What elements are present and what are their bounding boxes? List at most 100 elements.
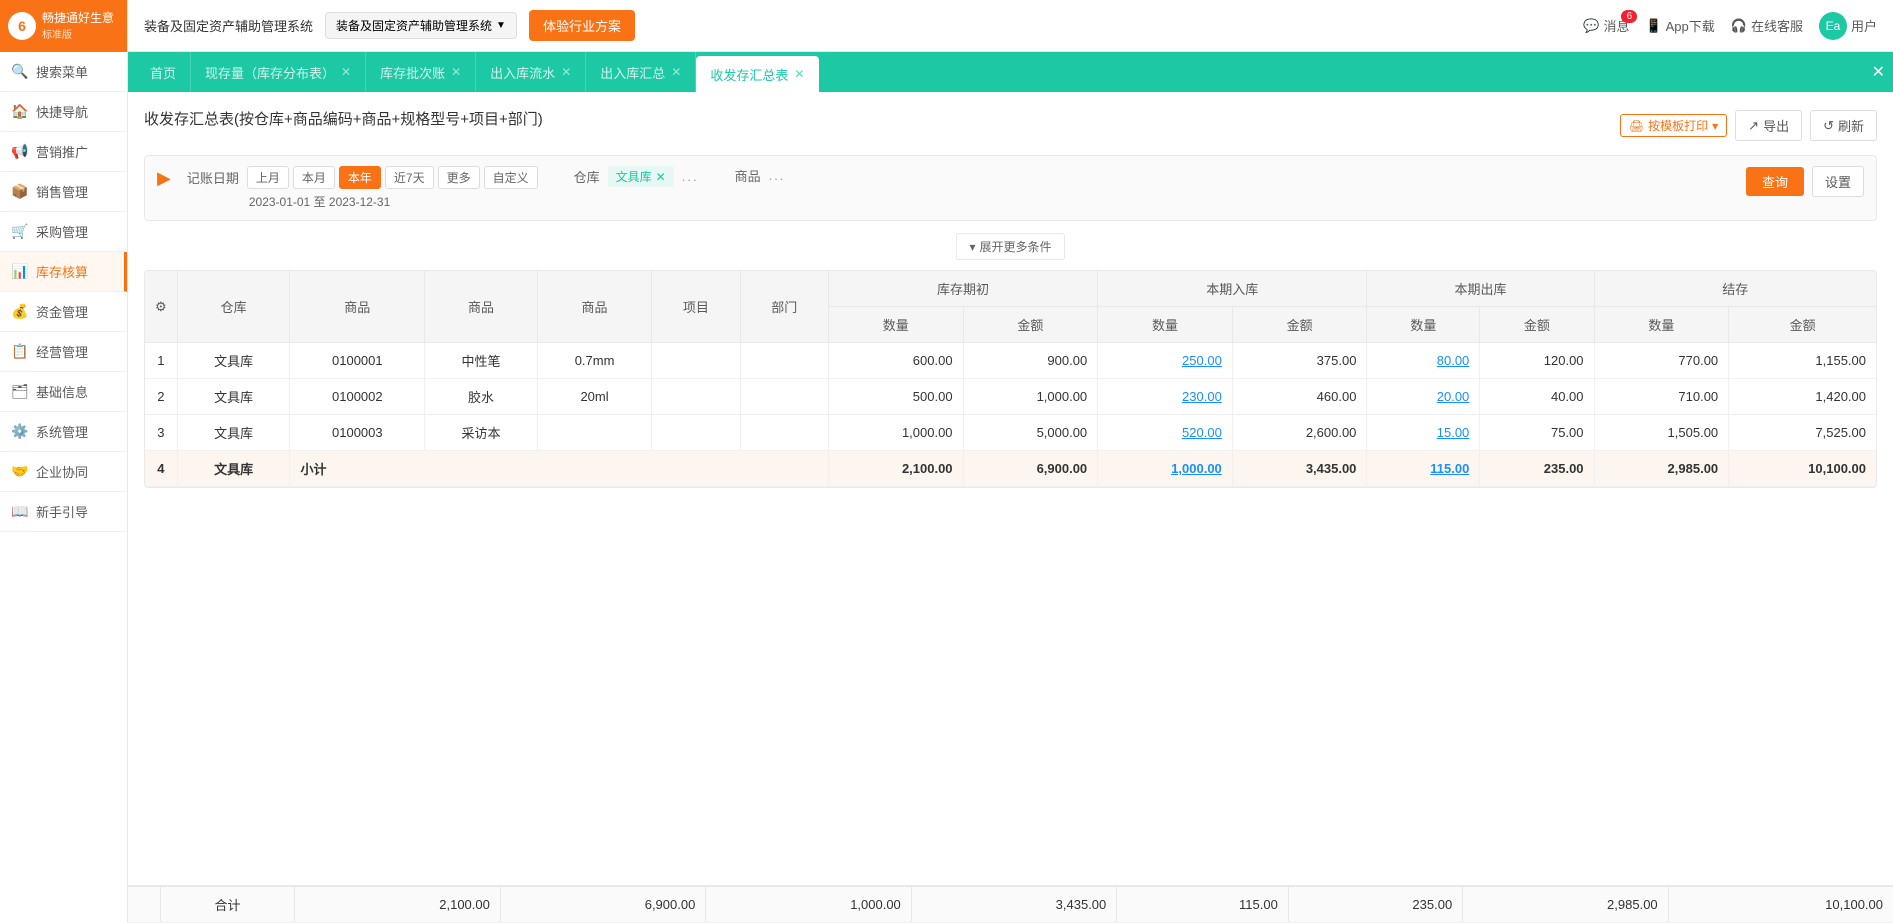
table-row: 3 文具库 0100003 采访本 1,000.00 5,000.00 520.… [145, 415, 1876, 451]
row-opening-amt: 1,000.00 [963, 379, 1098, 415]
th-department: 部门 [740, 271, 828, 343]
dropdown-chevron-icon: ▼ [496, 20, 506, 31]
subtotal-balance-amt: 10,100.00 [1729, 451, 1876, 487]
brand-name: 畅捷通好生意 [42, 11, 114, 27]
topbar-app-download[interactable]: 📱 App下载 [1645, 16, 1714, 35]
user-label: 用户 [1851, 16, 1877, 35]
date-range-display: 2023-01-01 至 2023-12-31 [249, 193, 538, 210]
sidebar-item-guide[interactable]: 📖 新手引导 [0, 492, 127, 532]
topbar-messages[interactable]: 💬 消息 6 [1583, 16, 1629, 35]
row-department [740, 415, 828, 451]
filter-bar: ▶ 记账日期 上月 本月 本年 近7天 更多 自定义 2 [144, 155, 1877, 221]
sidebar-item-purchase[interactable]: 🛒 采购管理 [0, 212, 127, 252]
row-product-spec: 0.7mm [537, 343, 651, 379]
basic-info-icon: 🗂 [12, 384, 28, 400]
system-dropdown[interactable]: 装备及固定资产辅助管理系统 ▼ [325, 12, 517, 39]
date-btn-this-month[interactable]: 本月 [293, 166, 335, 189]
row-balance-qty: 710.00 [1594, 379, 1729, 415]
row-in-qty[interactable]: 520.00 [1098, 415, 1233, 451]
date-btn-7days[interactable]: 近7天 [385, 166, 434, 189]
export-button[interactable]: ↗ 导出 [1735, 110, 1802, 141]
setting-button[interactable]: 设置 [1812, 166, 1864, 197]
th-out-qty: 数量 [1367, 307, 1480, 343]
finance-icon: 💰 [12, 304, 28, 320]
expand-more-btn[interactable]: ▾ 展开更多条件 [956, 233, 1064, 260]
row-in-amt: 2,600.00 [1232, 415, 1367, 451]
tab-batch-close[interactable]: ✕ [451, 65, 461, 79]
query-button[interactable]: 查询 [1746, 167, 1804, 196]
th-in-amt: 金额 [1232, 307, 1367, 343]
warehouse-tag-remove[interactable]: ✕ [656, 170, 666, 184]
experience-button[interactable]: 体验行业方案 [529, 10, 635, 41]
tab-inout-flow-close[interactable]: ✕ [561, 65, 571, 79]
tab-inventory-dist[interactable]: 现存量（库存分布表） ✕ [191, 52, 366, 92]
total-opening-amt: 6,900.00 [500, 887, 705, 923]
sidebar-item-finance[interactable]: 💰 资金管理 [0, 292, 127, 332]
th-settings[interactable]: ⚙ [145, 271, 177, 343]
sidebar-item-operations[interactable]: 📋 经营管理 [0, 332, 127, 372]
sidebar-item-marketing[interactable]: 📢 营销推广 [0, 132, 127, 172]
date-options: 上月 本月 本年 近7天 更多 自定义 [247, 166, 538, 189]
totals-footer: 合计 2,100.00 6,900.00 1,000.00 3,435.00 1… [128, 885, 1893, 923]
th-warehouse: 仓库 [177, 271, 290, 343]
cooperation-icon: 🤝 [12, 464, 28, 480]
date-label: 记账日期 [187, 168, 239, 187]
row-product-name: 采访本 [425, 415, 538, 451]
th-balance-amt: 金额 [1729, 307, 1876, 343]
subtotal-out-qty[interactable]: 115.00 [1367, 451, 1480, 487]
sidebar-item-inventory[interactable]: 📊 库存核算 [0, 252, 127, 292]
subtotal-in-qty[interactable]: 1,000.00 [1098, 451, 1233, 487]
date-btn-last-month[interactable]: 上月 [247, 166, 289, 189]
subtotal-label: 小计 [290, 451, 828, 487]
sidebar-item-quick-nav[interactable]: 🏠 快捷导航 [0, 92, 127, 132]
sidebar-item-search[interactable]: 🔍 搜索菜单 [0, 52, 127, 92]
operations-icon: 📋 [12, 344, 28, 360]
th-opening-amt: 金额 [963, 307, 1098, 343]
th-balance-qty: 数量 [1594, 307, 1729, 343]
tab-home[interactable]: 首页 [136, 52, 191, 92]
warehouse-more-btn[interactable]: ... [682, 169, 699, 184]
tab-inout-summary[interactable]: 出入库汇总 ✕ [586, 52, 696, 92]
row-out-qty[interactable]: 20.00 [1367, 379, 1480, 415]
th-product-name: 商品 [425, 271, 538, 343]
tab-batch[interactable]: 库存批次账 ✕ [366, 52, 476, 92]
refresh-button[interactable]: ↺ 刷新 [1810, 110, 1877, 141]
topbar-user[interactable]: Ea 用户 [1819, 12, 1877, 40]
tab-inventory-dist-close[interactable]: ✕ [341, 65, 351, 79]
row-in-qty[interactable]: 230.00 [1098, 379, 1233, 415]
th-group-opening: 库存期初 [828, 271, 1097, 307]
page-title: 收发存汇总表(按仓库+商品编码+商品+规格型号+项目+部门) [144, 108, 543, 129]
row-out-amt: 75.00 [1480, 415, 1594, 451]
headset-icon: 🎧 [1731, 18, 1747, 34]
total-out-amt: 235.00 [1288, 887, 1462, 923]
date-btn-custom[interactable]: 自定义 [484, 166, 538, 189]
topbar-online-service[interactable]: 🎧 在线客服 [1731, 16, 1803, 35]
tab-inout-flow-label: 出入库流水 [490, 63, 555, 82]
tab-inout-flow[interactable]: 出入库流水 ✕ [476, 52, 586, 92]
th-opening-qty: 数量 [828, 307, 963, 343]
product-more-btn[interactable]: ... [769, 168, 786, 183]
close-all-tabs[interactable]: ✕ [1872, 62, 1885, 82]
row-out-qty[interactable]: 15.00 [1367, 415, 1480, 451]
date-btn-this-year[interactable]: 本年 [339, 166, 381, 189]
home-icon: 🏠 [12, 104, 28, 120]
tab-recv-send-summary-close[interactable]: ✕ [794, 67, 804, 81]
print-template-button[interactable]: 🖨 按模板打印 ▾ [1620, 114, 1727, 137]
row-opening-qty: 600.00 [828, 343, 963, 379]
content-area: 收发存汇总表(按仓库+商品编码+商品+规格型号+项目+部门) 🖨 按模板打印 ▾… [128, 92, 1893, 923]
sidebar-item-cooperation[interactable]: 🤝 企业协同 [0, 452, 127, 492]
date-btn-more[interactable]: 更多 [438, 166, 480, 189]
filter-expand-arrow[interactable]: ▶ [157, 166, 171, 189]
expand-icon: ▾ [969, 240, 975, 254]
tab-inout-summary-close[interactable]: ✕ [671, 65, 681, 79]
row-out-qty[interactable]: 80.00 [1367, 343, 1480, 379]
tab-inventory-dist-label: 现存量（库存分布表） [205, 63, 335, 82]
sidebar-item-sales[interactable]: 📦 销售管理 [0, 172, 127, 212]
tabbar: 首页 现存量（库存分布表） ✕ 库存批次账 ✕ 出入库流水 ✕ 出入库汇总 ✕ … [128, 52, 1893, 92]
sidebar: 6 畅捷通好生意 标准版 🔍 搜索菜单 🏠 快捷导航 📢 营销推广 📦 销售管理… [0, 0, 128, 923]
row-balance-amt: 1,420.00 [1729, 379, 1876, 415]
sidebar-item-basic-info[interactable]: 🗂 基础信息 [0, 372, 127, 412]
row-in-qty[interactable]: 250.00 [1098, 343, 1233, 379]
tab-recv-send-summary[interactable]: 收发存汇总表 ✕ [696, 56, 819, 92]
sidebar-item-system[interactable]: ⚙️ 系统管理 [0, 412, 127, 452]
